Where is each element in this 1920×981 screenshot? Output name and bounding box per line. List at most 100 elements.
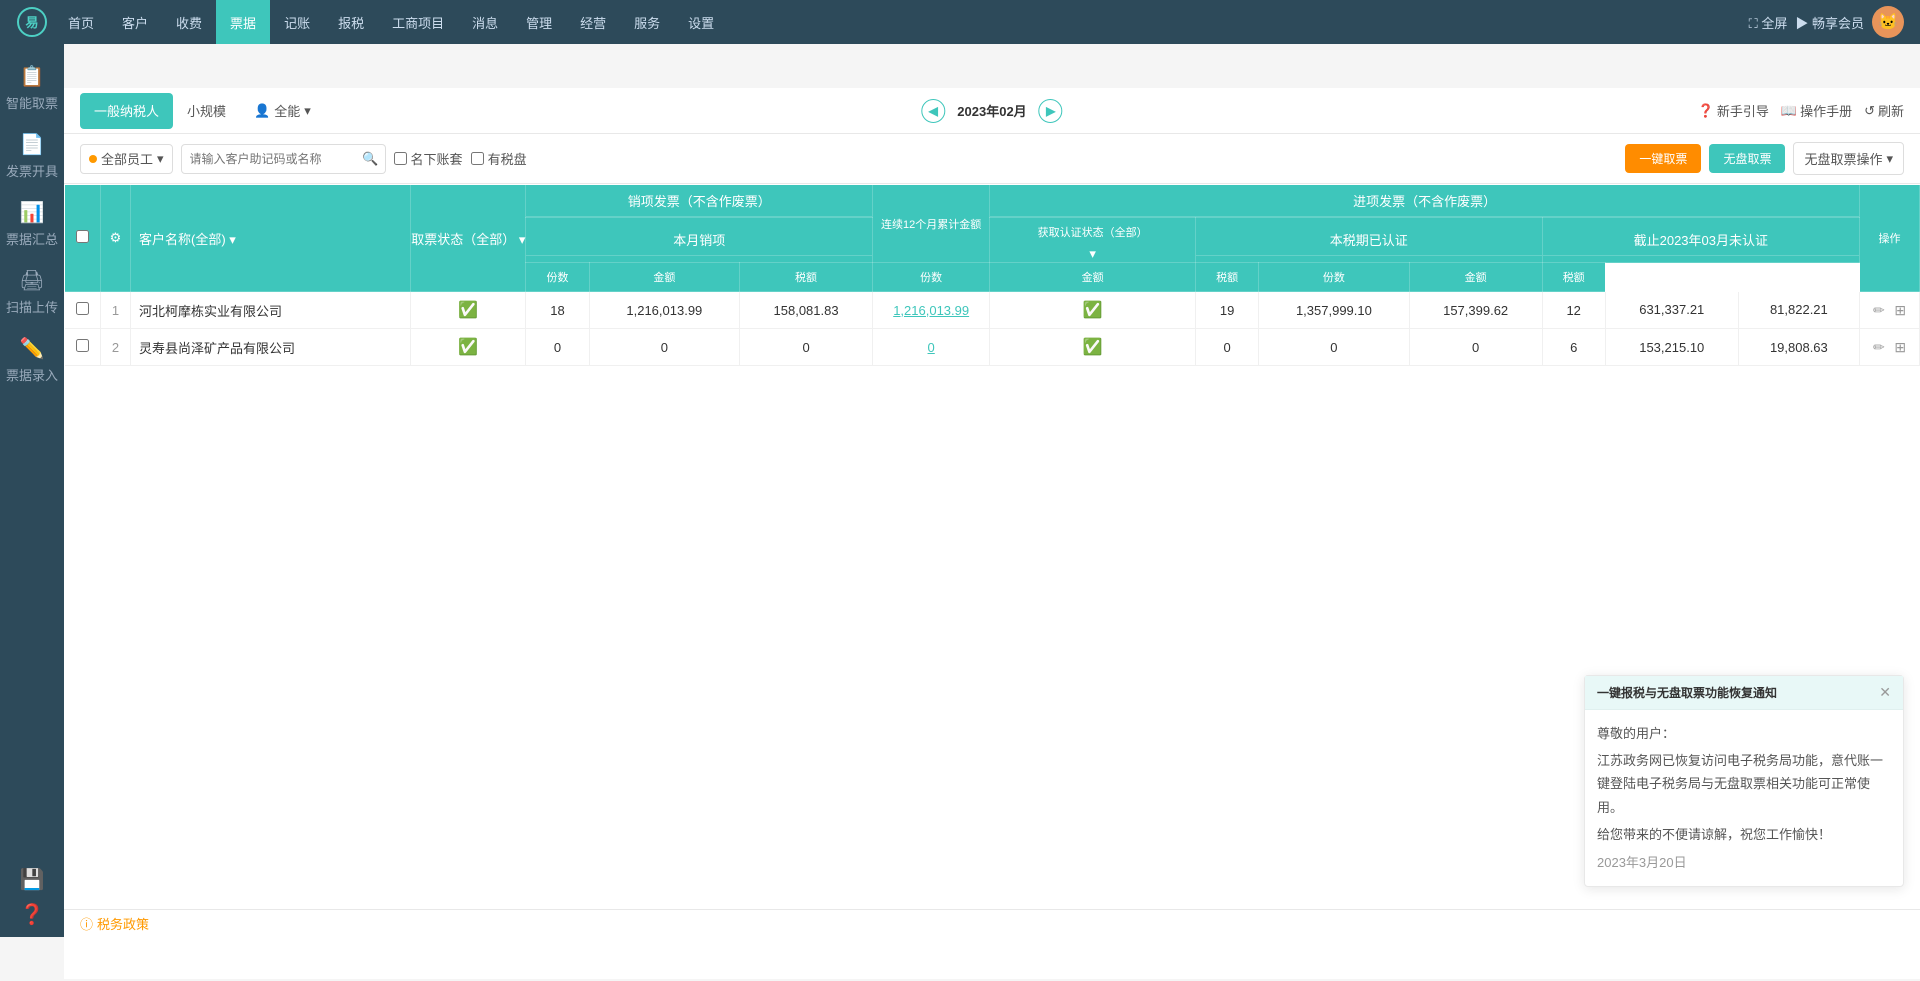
nav-tax[interactable]: 报税	[324, 0, 378, 44]
select-all-checkbox[interactable]	[76, 230, 89, 243]
nav-operations[interactable]: 经营	[566, 0, 620, 44]
edit-icon[interactable]: ✏	[1873, 339, 1885, 355]
sidebar-item-invoice-summary[interactable]: 📊 票据汇总	[0, 190, 64, 258]
sidebar-item-invoice-entry[interactable]: ✏️ 票据录入	[0, 326, 64, 394]
row-sales-amount: 1,216,013.99	[589, 292, 739, 329]
th-confirm-status[interactable]: 获取认证状态（全部） ▾	[990, 218, 1196, 263]
row-sales-tax: 158,081.83	[740, 292, 873, 329]
filter-icon3: ▾	[1089, 246, 1096, 261]
filter-icon2: ▾	[519, 232, 526, 247]
tax-disk-checkbox[interactable]	[471, 152, 484, 165]
row-12month: 1,216,013.99	[873, 292, 990, 329]
row-confirm-status: ✅	[990, 292, 1196, 329]
th-sales-tax: 税额	[740, 263, 873, 292]
user-avatar[interactable]: 🐱	[1872, 6, 1904, 38]
nav-billing[interactable]: 收费	[162, 0, 216, 44]
row-checkbox[interactable]	[65, 292, 101, 329]
checkbox-my-accounts[interactable]: 名下账套	[394, 149, 463, 168]
table-body: 1 河北柯摩栋实业有限公司 ✅ 18 1,216,013.99 158,081.…	[65, 292, 1920, 366]
new-guide-button[interactable]: ❓ 新手引导	[1698, 101, 1769, 120]
notify-line-3: 给您带来的不便请谅解，祝您工作愉快！	[1597, 823, 1891, 846]
sidebar-item-scan-upload[interactable]: 🖨 扫描上传	[0, 258, 64, 326]
no-disk-fetch-button[interactable]: 无盘取票	[1709, 144, 1785, 173]
warning-icon: ⓘ	[80, 914, 93, 933]
row-purchase-confirmed-count: 19	[1196, 292, 1259, 329]
invoice-table: ⚙ 客户名称(全部) ▾ 取票状态（全部） ▾ 销项发票（不含作废票） 连续12	[64, 184, 1920, 366]
checkbox-has-tax-disk[interactable]: 有税盘	[471, 149, 527, 168]
row-checkbox[interactable]	[65, 329, 101, 366]
row-actions: ✏ ⊞	[1860, 329, 1920, 366]
th-sales-amount: 金额	[589, 263, 739, 292]
tab-small-scale[interactable]: 小规模	[173, 93, 240, 129]
edit-icon[interactable]: ✏	[1873, 302, 1885, 318]
nav-settings[interactable]: 设置	[674, 0, 728, 44]
sub-tabs-right: ❓ 新手引导 📖 操作手册 ↺ 刷新	[1698, 101, 1904, 120]
fullscreen-button[interactable]: ⛶ 全屏	[1749, 13, 1788, 32]
employee-filter[interactable]: 全部员工 ▾	[80, 144, 173, 174]
view-icon[interactable]: ⊞	[1894, 302, 1906, 318]
refresh-button[interactable]: ↺ 刷新	[1864, 101, 1904, 120]
one-key-fetch-button[interactable]: 一键取票	[1625, 144, 1701, 173]
nav-management[interactable]: 管理	[512, 0, 566, 44]
tab-general-taxpayer[interactable]: 一般纳税人	[80, 93, 173, 129]
row-purchase-unconfirmed-count: 12	[1542, 292, 1605, 329]
nav-invoice[interactable]: 票据	[216, 0, 270, 44]
notification-close-button[interactable]: ✕	[1879, 684, 1891, 701]
row-customer: 河北柯摩栋实业有限公司	[131, 292, 411, 329]
manual-button[interactable]: 📖 操作手册	[1781, 101, 1852, 120]
table-row: 2 灵寿县尚泽矿产品有限公司 ✅ 0 0 0 0 ✅ 0 0 0 6 153,2…	[65, 329, 1920, 366]
cumulative-link[interactable]: 1,216,013.99	[893, 303, 969, 318]
th-12month: 连续12个月累计金额	[873, 185, 990, 263]
notify-line-4: 2023年3月20日	[1597, 851, 1891, 874]
sidebar-bottom: 💾 ❓	[20, 867, 45, 927]
row-fetch-status: ✅	[411, 292, 526, 329]
th-purchase-count-unconfirmed: 份数	[1259, 263, 1409, 292]
th-sales-group: 销项发票（不含作废票）	[526, 185, 873, 218]
search-input[interactable]	[181, 144, 361, 174]
sidebar-item-smart-fetch[interactable]: 📋 智能取票	[0, 54, 64, 122]
notify-line-2: 江苏政务网已恢复访问电子税务局功能，意代账一键登陆电子税务局与无盘取票相关功能可…	[1597, 749, 1891, 819]
row-sales-count: 0	[526, 329, 589, 366]
nav-message[interactable]: 消息	[458, 0, 512, 44]
vip-button[interactable]: ▶ 畅享会员	[1795, 13, 1864, 32]
row-purchase-confirmed-amount: 1,357,999.10	[1259, 292, 1409, 329]
prev-month-button[interactable]: ◀	[921, 99, 945, 123]
th-purchase-amount-unconfirmed: 金额	[1409, 263, 1542, 292]
nav-customer[interactable]: 客户	[108, 0, 162, 44]
invoice-entry-icon: ✏️	[20, 336, 45, 361]
th-fetch-status[interactable]: 取票状态（全部） ▾	[411, 185, 526, 292]
nav-service[interactable]: 服务	[620, 0, 674, 44]
download-icon[interactable]: 💾	[20, 867, 45, 892]
th-purchase-tax-unconfirmed: 税额	[1542, 263, 1605, 292]
svg-text:易: 易	[25, 15, 38, 30]
nav-accounting[interactable]: 记账	[270, 0, 324, 44]
notification-panel: 一键报税与无盘取票功能恢复通知 ✕ 尊敬的用户： 江苏政务网已恢复访问电子税务局…	[1584, 675, 1904, 887]
row-purchase-unconfirmed-amount: 631,337.21	[1605, 292, 1738, 329]
confirm-status-check-icon: ✅	[1083, 302, 1103, 319]
search-button[interactable]: 🔍	[356, 144, 386, 174]
nav-home[interactable]: 首页	[54, 0, 108, 44]
help-icon[interactable]: ❓	[20, 902, 45, 927]
tab-omnipotent[interactable]: 👤 全能 ▾	[240, 93, 325, 129]
view-icon[interactable]: ⊞	[1894, 339, 1906, 355]
th-unconfirmed: 截止2023年03月未认证	[1542, 218, 1859, 263]
no-disk-ops-button[interactable]: 无盘取票操作 ▾	[1793, 142, 1904, 175]
next-month-button[interactable]: ▶	[1039, 99, 1063, 123]
current-date: 2023年02月	[957, 101, 1026, 120]
my-accounts-checkbox[interactable]	[394, 152, 407, 165]
bottom-bar: ⓘ 税务政策	[64, 909, 1920, 937]
th-month-sales: 本月销项	[526, 218, 873, 263]
toolbar-right: 一键取票 无盘取票 无盘取票操作 ▾	[1625, 142, 1904, 175]
th-ops: 操作	[1860, 185, 1920, 292]
row-customer: 灵寿县尚泽矿产品有限公司	[131, 329, 411, 366]
tax-policy-link[interactable]: 税务政策	[97, 914, 149, 933]
sub-tabs-bar: 一般纳税人 小规模 👤 全能 ▾ ◀ 2023年02月 ▶ ❓ 新手引导 📖 操…	[64, 88, 1920, 134]
row-purchase-confirmed-tax: 157,399.62	[1409, 292, 1542, 329]
sidebar-item-invoice-open[interactable]: 📄 发票开具	[0, 122, 64, 190]
nav-business[interactable]: 工商项目	[378, 0, 458, 44]
settings-icon[interactable]: ⚙	[110, 230, 122, 245]
th-customer[interactable]: 客户名称(全部) ▾	[131, 185, 411, 292]
confirm-status-check-icon: ✅	[1083, 339, 1103, 356]
row-purchase-unconfirmed-amount: 153,215.10	[1605, 329, 1738, 366]
cumulative-link[interactable]: 0	[928, 340, 935, 355]
